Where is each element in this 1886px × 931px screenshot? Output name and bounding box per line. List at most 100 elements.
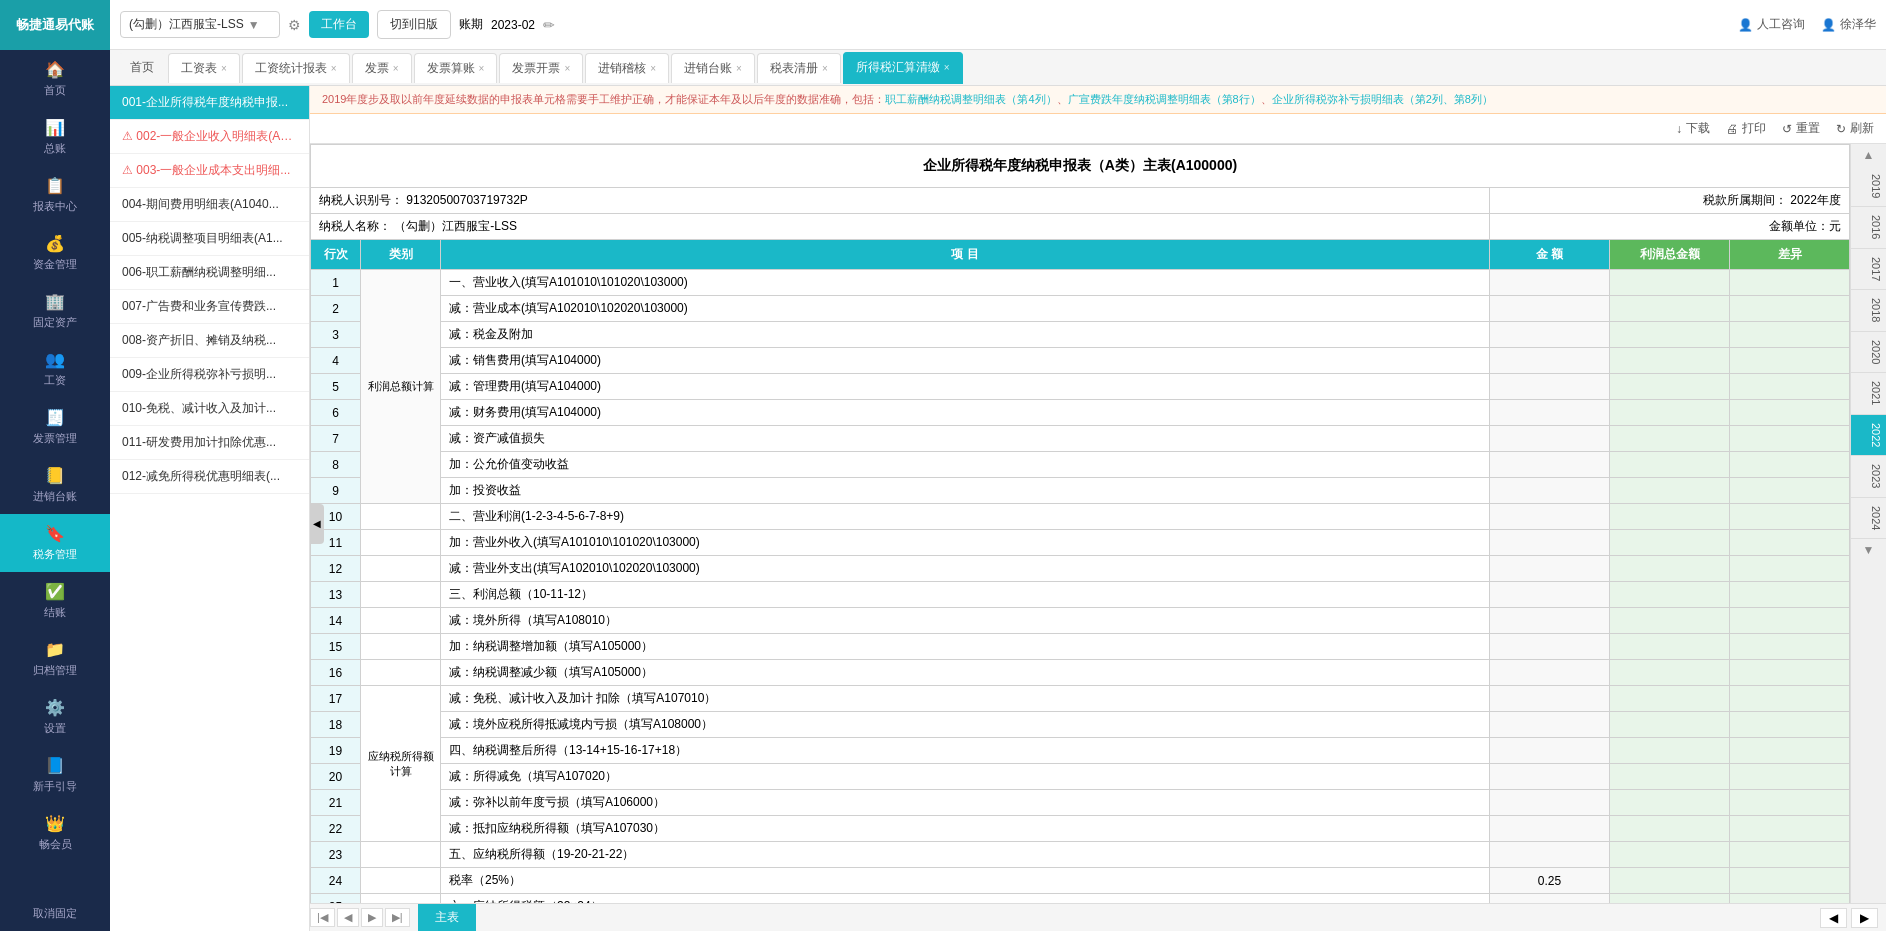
cell-amt-15[interactable] (1490, 634, 1610, 660)
cell-diff-5[interactable] (1730, 374, 1850, 400)
left-item-007[interactable]: 007-广告费和业务宣传费跌... (110, 290, 309, 324)
sidebar-item-member[interactable]: 👑 畅会员 (0, 804, 110, 862)
sidebar-item-tax[interactable]: 🔖 税务管理 (0, 514, 110, 572)
cell-amt-13[interactable] (1490, 582, 1610, 608)
cell-profit-21[interactable] (1610, 790, 1730, 816)
company-settings-icon[interactable]: ⚙ (288, 17, 301, 33)
cell-profit-2[interactable] (1610, 296, 1730, 322)
cell-amt-22[interactable] (1490, 816, 1610, 842)
cell-amt-19[interactable] (1490, 738, 1610, 764)
cell-profit-9[interactable] (1610, 478, 1730, 504)
cell-diff-24[interactable] (1730, 868, 1850, 894)
tab-salary[interactable]: 工资表 × (168, 53, 240, 83)
year-2019[interactable]: 2019 (1851, 166, 1886, 207)
cell-profit-8[interactable] (1610, 452, 1730, 478)
tab-sbqc-close[interactable]: × (822, 63, 828, 74)
download-button[interactable]: ↓ 下载 (1676, 120, 1710, 137)
tab-invoice-close[interactable]: × (393, 63, 399, 74)
sidebar-item-guide[interactable]: 📘 新手引导 (0, 746, 110, 804)
cell-diff-10[interactable] (1730, 504, 1850, 530)
cell-diff-17[interactable] (1730, 686, 1850, 712)
cell-profit-25[interactable] (1610, 894, 1730, 904)
cell-profit-18[interactable] (1610, 712, 1730, 738)
cell-profit-1[interactable] (1610, 270, 1730, 296)
cell-diff-1[interactable] (1730, 270, 1850, 296)
cell-amt-5[interactable] (1490, 374, 1610, 400)
cell-diff-14[interactable] (1730, 608, 1850, 634)
year-scroll-down[interactable]: ▼ (1859, 539, 1879, 561)
year-2022[interactable]: 2022 (1851, 415, 1886, 456)
sheet-nav-prev-start[interactable]: |◀ (310, 908, 335, 927)
toggle-sidebar-button[interactable]: ◀ (310, 504, 324, 544)
cell-profit-10[interactable] (1610, 504, 1730, 530)
cell-amt-2[interactable] (1490, 296, 1610, 322)
cell-profit-11[interactable] (1610, 530, 1730, 556)
tab-salary-report-close[interactable]: × (331, 63, 337, 74)
cell-diff-12[interactable] (1730, 556, 1850, 582)
sheet-nav-prev[interactable]: ◀ (337, 908, 359, 927)
left-item-006[interactable]: 006-职工薪酬纳税调整明细... (110, 256, 309, 290)
year-2020[interactable]: 2020 (1851, 332, 1886, 373)
sheet-nav-next-end[interactable]: ▶| (385, 908, 410, 927)
workstation-button[interactable]: 工作台 (309, 11, 369, 38)
sidebar-item-home[interactable]: 🏠 首页 (0, 50, 110, 108)
year-2023[interactable]: 2023 (1851, 456, 1886, 497)
cell-profit-23[interactable] (1610, 842, 1730, 868)
cell-amt-12[interactable] (1490, 556, 1610, 582)
cell-diff-3[interactable] (1730, 322, 1850, 348)
cell-amt-7[interactable] (1490, 426, 1610, 452)
left-item-003[interactable]: ⚠ 003-一般企业成本支出明细... (110, 154, 309, 188)
warning-link-1[interactable]: 职工薪酬纳税调整明细表（第4列） (885, 93, 1056, 105)
left-item-012[interactable]: 012-减免所得税优惠明细表(... (110, 460, 309, 494)
cell-diff-9[interactable] (1730, 478, 1850, 504)
cell-diff-4[interactable] (1730, 348, 1850, 374)
year-2024[interactable]: 2024 (1851, 498, 1886, 539)
sheet-tab-main[interactable]: 主表 (418, 904, 476, 931)
user-info[interactable]: 👤 徐泽华 (1821, 16, 1876, 33)
year-2017[interactable]: 2017 (1851, 249, 1886, 290)
cell-profit-17[interactable] (1610, 686, 1730, 712)
cell-diff-22[interactable] (1730, 816, 1850, 842)
cell-profit-22[interactable] (1610, 816, 1730, 842)
company-selector[interactable]: (勾删）江西服宝-LSS ▼ (120, 11, 280, 38)
cell-diff-15[interactable] (1730, 634, 1850, 660)
tab-invoice-open-close[interactable]: × (564, 63, 570, 74)
cell-diff-16[interactable] (1730, 660, 1850, 686)
cell-amt-25[interactable] (1490, 894, 1610, 904)
left-item-011[interactable]: 011-研发费用加计扣除优惠... (110, 426, 309, 460)
left-item-002[interactable]: ⚠ 002-一般企业收入明细表(A1... (110, 120, 309, 154)
cell-amt-8[interactable] (1490, 452, 1610, 478)
cell-amt-17[interactable] (1490, 686, 1610, 712)
cell-profit-5[interactable] (1610, 374, 1730, 400)
sidebar-item-settings[interactable]: ⚙️ 设置 (0, 688, 110, 746)
left-item-009[interactable]: 009-企业所得税弥补亏损明... (110, 358, 309, 392)
cell-profit-7[interactable] (1610, 426, 1730, 452)
tab-invoice-calc[interactable]: 发票算账 × (414, 53, 498, 83)
tab-salary-report[interactable]: 工资统计报表 × (242, 53, 350, 83)
year-2021[interactable]: 2021 (1851, 373, 1886, 414)
cell-amt-1[interactable] (1490, 270, 1610, 296)
refresh-button[interactable]: ↻ 刷新 (1836, 120, 1874, 137)
cell-profit-24[interactable] (1610, 868, 1730, 894)
tab-jxtm[interactable]: 进销台账 × (671, 53, 755, 83)
left-item-001[interactable]: 001-企业所得税年度纳税申报... (110, 86, 309, 120)
cell-amt-14[interactable] (1490, 608, 1610, 634)
sidebar-item-report[interactable]: 📋 报表中心 (0, 166, 110, 224)
year-scroll-up[interactable]: ▲ (1859, 144, 1879, 166)
left-item-008[interactable]: 008-资产折旧、摊销及纳税... (110, 324, 309, 358)
cell-profit-16[interactable] (1610, 660, 1730, 686)
sidebar-item-archive[interactable]: 📁 归档管理 (0, 630, 110, 688)
print-button[interactable]: 🖨 打印 (1726, 120, 1766, 137)
warning-link-2[interactable]: 广宣费跌年度纳税调整明细表（第8行） (1068, 93, 1261, 105)
cell-amt-16[interactable] (1490, 660, 1610, 686)
cell-diff-20[interactable] (1730, 764, 1850, 790)
cell-amt-3[interactable] (1490, 322, 1610, 348)
cell-amt-24[interactable]: 0.25 (1490, 868, 1610, 894)
cell-profit-14[interactable] (1610, 608, 1730, 634)
cell-amt-11[interactable] (1490, 530, 1610, 556)
tab-home[interactable]: 首页 (118, 53, 166, 82)
year-2016[interactable]: 2016 (1851, 207, 1886, 248)
sidebar-item-invoice[interactable]: 🧾 发票管理 (0, 398, 110, 456)
tab-salary-close[interactable]: × (221, 63, 227, 74)
cell-profit-15[interactable] (1610, 634, 1730, 660)
